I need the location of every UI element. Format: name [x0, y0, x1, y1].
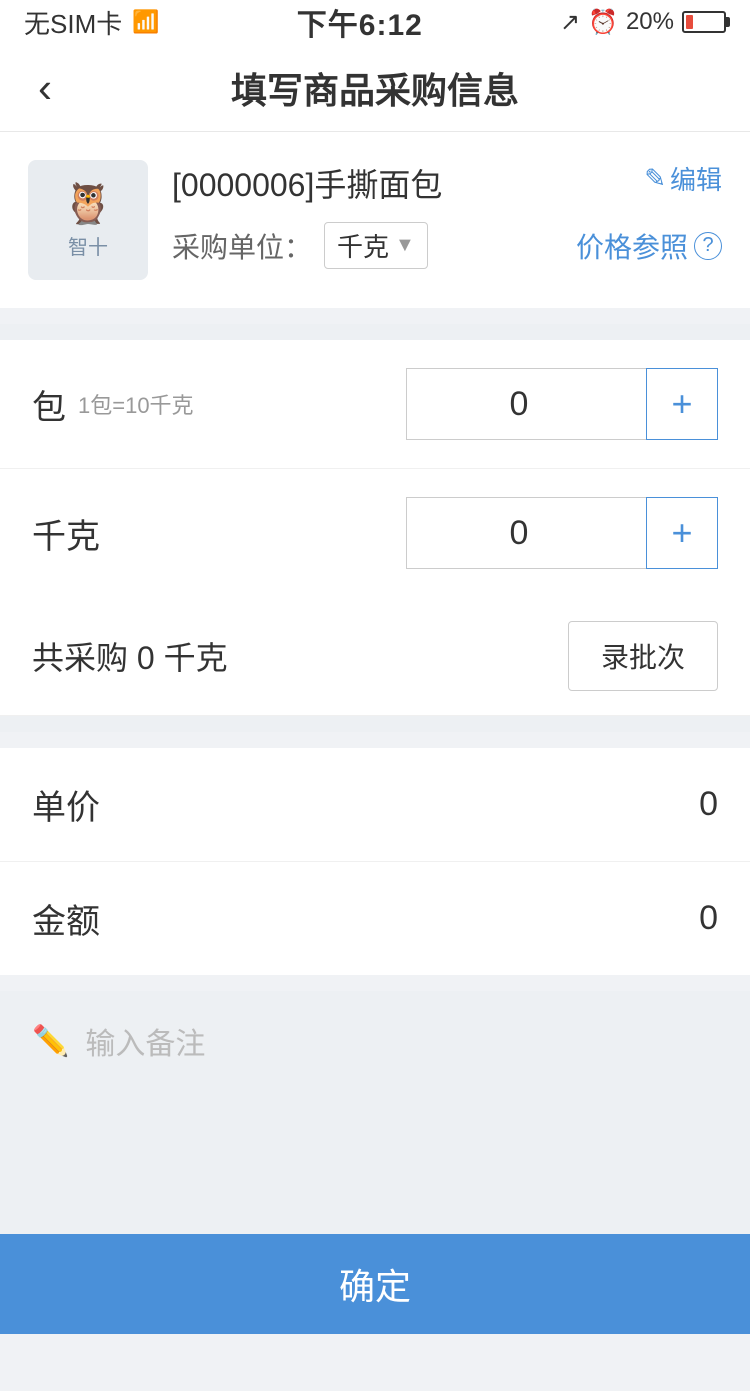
- remark-placeholder: 输入备注: [85, 1019, 205, 1063]
- amount-row: 金额 0: [0, 862, 750, 975]
- confirm-bar[interactable]: 确定: [0, 1234, 750, 1334]
- unit-label-text: 采购单位：: [172, 226, 312, 266]
- unit-price-row: 单价 0: [0, 748, 750, 862]
- input-section: 包 1包=10千克 + 千克 +: [0, 340, 750, 597]
- chevron-down-icon: ▼: [395, 234, 415, 257]
- bao-number-input[interactable]: [406, 368, 646, 440]
- status-right: ↗ ⏰ 20%: [560, 8, 726, 37]
- qkg-input-row: 千克 +: [0, 469, 750, 597]
- amount-label: 金额: [32, 894, 100, 943]
- unit-price-label: 单价: [32, 780, 100, 829]
- bao-input-row: 包 1包=10千克 +: [0, 340, 750, 469]
- product-header: [0000006]手撕面包 ✎ 编辑: [172, 160, 722, 206]
- edit-icon: ✎: [644, 163, 666, 194]
- product-image: 🦉 智十: [28, 160, 148, 280]
- pencil-icon: ✏️: [32, 1024, 69, 1059]
- page-title: 填写商品采购信息: [231, 62, 519, 114]
- edit-button[interactable]: ✎ 编辑: [644, 160, 722, 197]
- remark-section[interactable]: ✏️ 输入备注: [0, 991, 750, 1091]
- qkg-plus-button[interactable]: +: [646, 497, 718, 569]
- back-button[interactable]: ‹: [28, 54, 62, 122]
- product-unit-row: 采购单位： 千克 ▼ 价格参照 ?: [172, 222, 722, 269]
- bao-sub-label: 1包=10千克: [78, 388, 194, 420]
- status-time: 下午6:12: [297, 0, 423, 44]
- carrier-text: 无SIM卡: [24, 4, 122, 41]
- batch-button[interactable]: 录批次: [568, 621, 718, 691]
- product-info: [0000006]手撕面包 ✎ 编辑 采购单位： 千克 ▼ 价格参照 ?: [172, 160, 722, 269]
- bao-input-right: +: [406, 368, 718, 440]
- battery-icon: [682, 11, 726, 33]
- unit-price-value: 0: [699, 785, 718, 824]
- summary-row: 共采购 0 千克 录批次: [0, 597, 750, 716]
- location-icon: ↗: [560, 8, 580, 37]
- summary-text: 共采购 0 千克: [32, 633, 228, 679]
- amount-value: 0: [699, 899, 718, 938]
- alarm-icon: ⏰: [588, 8, 618, 37]
- status-bar: 无SIM卡 📶 下午6:12 ↗ ⏰ 20%: [0, 0, 750, 44]
- qkg-number-input[interactable]: [406, 497, 646, 569]
- qkg-input-right: +: [406, 497, 718, 569]
- product-name: [0000006]手撕面包: [172, 160, 442, 206]
- price-ref-button[interactable]: 价格参照 ?: [576, 226, 722, 266]
- help-icon: ?: [694, 232, 722, 260]
- product-logo-text: 智十: [68, 231, 108, 260]
- product-logo-icon: 🦉: [63, 180, 113, 227]
- price-section: 单价 0 金额 0: [0, 748, 750, 975]
- battery-percent: 20%: [626, 8, 674, 36]
- divider-1: [0, 324, 750, 340]
- confirm-label: 确定: [339, 1258, 411, 1310]
- wifi-icon: 📶: [132, 9, 159, 35]
- qkg-label: 千克: [32, 509, 100, 558]
- divider-2: [0, 716, 750, 732]
- bao-plus-button[interactable]: +: [646, 368, 718, 440]
- unit-select[interactable]: 千克 ▼: [324, 222, 428, 269]
- status-left: 无SIM卡 📶: [24, 4, 160, 41]
- bao-label: 包 1包=10千克: [32, 380, 194, 429]
- product-card: 🦉 智十 [0000006]手撕面包 ✎ 编辑 采购单位： 千克 ▼: [0, 132, 750, 308]
- nav-bar: ‹ 填写商品采购信息: [0, 44, 750, 132]
